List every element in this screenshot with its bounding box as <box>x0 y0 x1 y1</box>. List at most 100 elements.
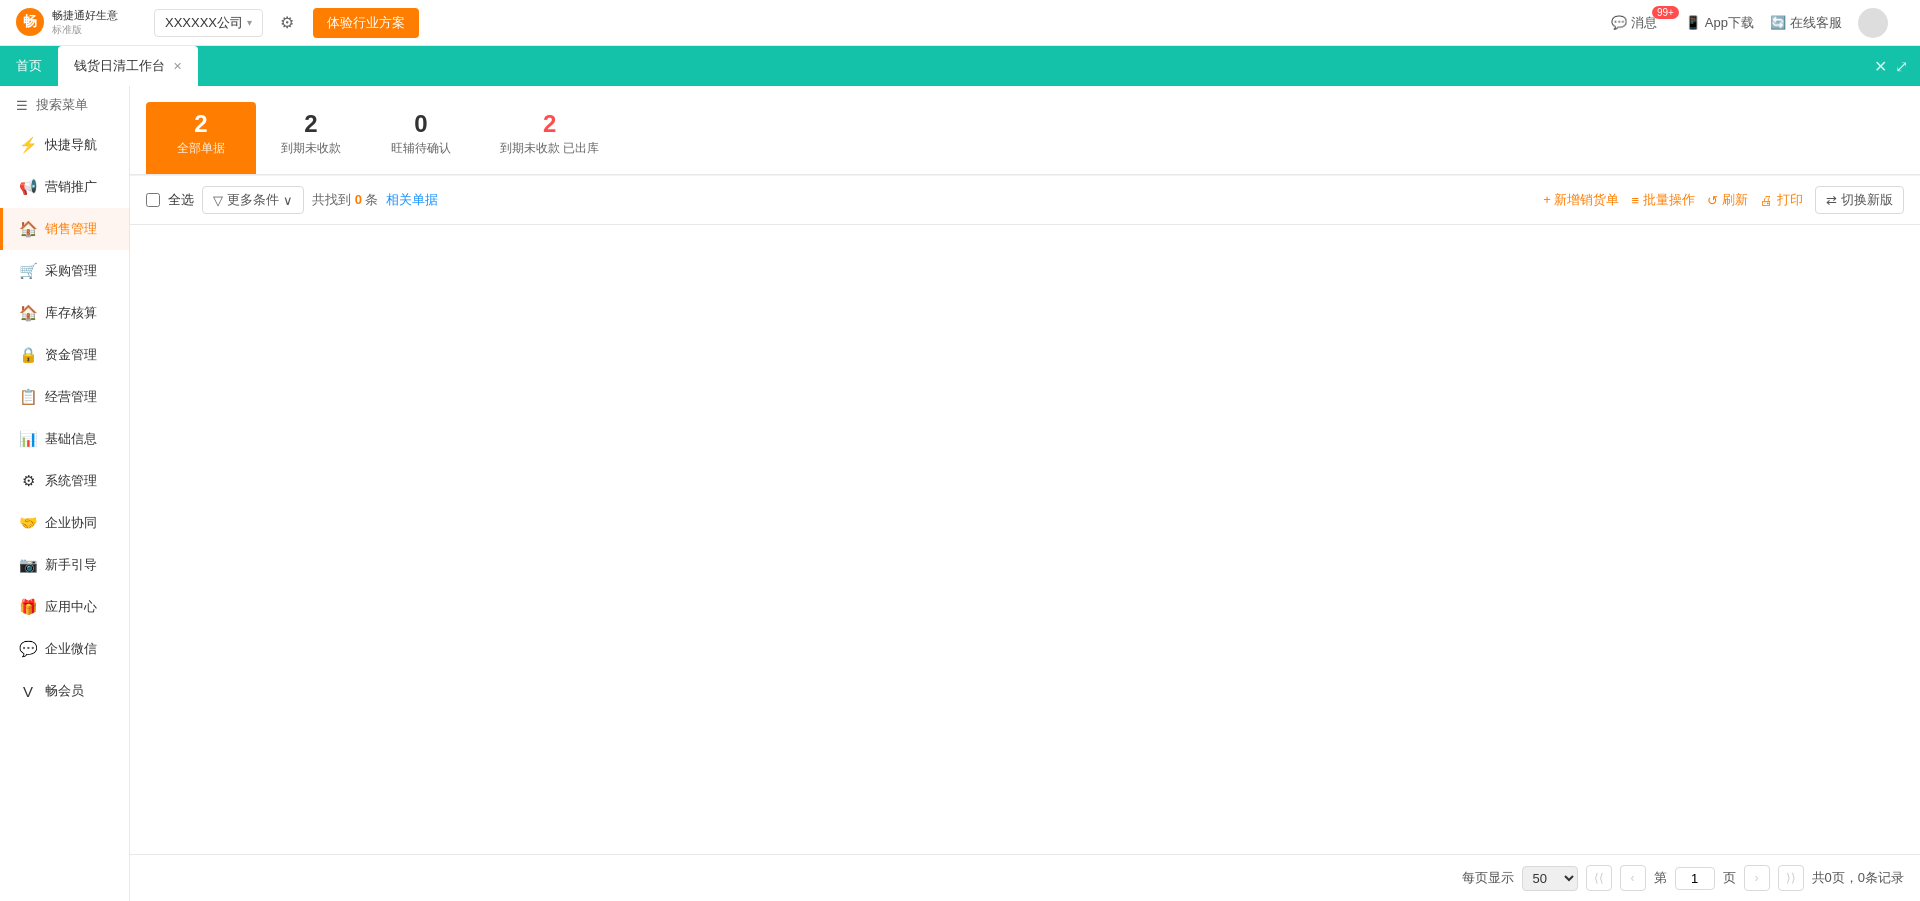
member-icon: V <box>19 683 37 700</box>
sidebar-item-basics[interactable]: 📊 基础信息 <box>0 418 129 460</box>
sidebar-item-newbie[interactable]: 📷 新手引导 <box>0 544 129 586</box>
print-button[interactable]: 🖨 打印 <box>1760 191 1803 209</box>
per-page-label: 每页显示 <box>1462 869 1514 887</box>
toolbar-right: + 新增销货单 ≡ 批量操作 ↺ 刷新 🖨 打印 ⇄ 切换新版 <box>1543 186 1904 214</box>
close-tab-icon[interactable]: ✕ <box>173 60 182 73</box>
tab-dashboard[interactable]: 钱货日清工作台 ✕ <box>58 46 198 86</box>
expand-window-icon[interactable]: ⤢ <box>1895 57 1908 76</box>
stat-shipped-label: 到期未收款 已出库 <box>500 140 599 157</box>
page-label: 第 <box>1654 869 1667 887</box>
app-download-label: App下载 <box>1705 14 1754 32</box>
last-page-button[interactable]: ⟩⟩ <box>1778 865 1804 891</box>
stat-tab-shipped[interactable]: 2 到期未收款 已出库 <box>476 102 623 174</box>
app-download-item[interactable]: 📱 App下载 <box>1685 14 1754 32</box>
stat-wangpu-num: 0 <box>390 110 452 138</box>
tab-home-label: 首页 <box>16 57 42 75</box>
sidebar-item-newbie-label: 新手引导 <box>45 556 97 574</box>
refresh-label: 刷新 <box>1722 191 1748 209</box>
online-service-item[interactable]: 🔄 在线客服 <box>1770 14 1842 32</box>
toolbar-left: 全选 ▽ 更多条件 ∨ 共找到 0 条 相关单据 <box>146 186 1535 214</box>
next-page-button[interactable]: › <box>1744 865 1770 891</box>
sidebar-item-quicknav[interactable]: ⚡ 快捷导航 <box>0 124 129 166</box>
switch-version-button[interactable]: ⇄ 切换新版 <box>1815 186 1904 214</box>
prev-page-button[interactable]: ‹ <box>1620 865 1646 891</box>
sidebar-item-purchase-label: 采购管理 <box>45 262 97 280</box>
total-records: 共0页，0条记录 <box>1812 869 1904 887</box>
sidebar-search-label: 搜索菜单 <box>36 96 88 114</box>
sidebar-item-sales-label: 销售管理 <box>45 220 97 238</box>
finance-icon: 🔒 <box>19 346 37 364</box>
sidebar-item-sales[interactable]: 🏠 销售管理 <box>0 208 129 250</box>
logo-icon: 畅 <box>16 8 44 36</box>
table-area <box>130 225 1920 854</box>
sidebar-item-basics-label: 基础信息 <box>45 430 97 448</box>
first-page-button[interactable]: ⟨⟨ <box>1586 865 1612 891</box>
tab-home[interactable]: 首页 <box>0 46 58 86</box>
stat-tab-all[interactable]: 2 全部单据 <box>146 102 256 174</box>
tab-controls: ✕ ⤢ <box>1874 57 1920 76</box>
switch-icon: ⇄ <box>1826 193 1837 208</box>
sidebar-item-wechat[interactable]: 💬 企业微信 <box>0 628 129 670</box>
purchase-icon: 🛒 <box>19 262 37 280</box>
inventory-icon: 🏠 <box>19 304 37 322</box>
batch-operation-button[interactable]: ≡ 批量操作 <box>1631 191 1695 209</box>
operations-icon: 📋 <box>19 388 37 406</box>
sidebar-item-system[interactable]: ⚙ 系统管理 <box>0 460 129 502</box>
stat-tab-wangpu[interactable]: 0 旺辅待确认 <box>366 102 476 174</box>
stat-tab-overdue[interactable]: 2 到期未收款 <box>256 102 366 174</box>
filter-button[interactable]: ▽ 更多条件 ∨ <box>202 186 304 214</box>
tab-dashboard-label: 钱货日清工作台 <box>74 57 165 75</box>
sidebar-item-collab-label: 企业协同 <box>45 514 97 532</box>
sidebar-item-member[interactable]: V 畅会员 <box>0 670 129 712</box>
top-header: 畅 畅捷通好生意 标准版 XXXXXX公司 ▾ ⚙ 体验行业方案 💬 消息 99… <box>0 0 1920 46</box>
sidebar-item-collab[interactable]: 🤝 企业协同 <box>0 502 129 544</box>
service-icon: 🔄 <box>1770 15 1786 30</box>
quicknav-icon: ⚡ <box>19 136 37 154</box>
per-page-select[interactable]: 50 100 200 <box>1522 866 1578 891</box>
logo-area: 畅 畅捷通好生意 标准版 <box>16 8 146 36</box>
company-selector[interactable]: XXXXXX公司 ▾ <box>154 9 263 37</box>
sidebar: ☰ 搜索菜单 ⚡ 快捷导航 📢 营销推广 🏠 销售管理 🛒 采购管理 🏠 库存核… <box>0 86 130 901</box>
page-suffix: 页 <box>1723 869 1736 887</box>
batch-label: 批量操作 <box>1643 191 1695 209</box>
close-window-icon[interactable]: ✕ <box>1874 57 1887 76</box>
print-icon: 🖨 <box>1760 193 1773 208</box>
chevron-down-icon: ▾ <box>247 17 252 28</box>
main-layout: ☰ 搜索菜单 ⚡ 快捷导航 📢 营销推广 🏠 销售管理 🛒 采购管理 🏠 库存核… <box>0 86 1920 901</box>
found-text: 共找到 0 条 <box>312 191 378 209</box>
marketing-icon: 📢 <box>19 178 37 196</box>
refresh-button[interactable]: ↺ 刷新 <box>1707 191 1748 209</box>
refresh-icon: ↺ <box>1707 193 1718 208</box>
filter-label: 更多条件 <box>227 191 279 209</box>
stats-tabs: 2 全部单据 2 到期未收款 0 旺辅待确认 2 到期未收款 已出库 <box>130 86 1920 175</box>
sidebar-item-finance[interactable]: 🔒 资金管理 <box>0 334 129 376</box>
sidebar-item-marketing[interactable]: 📢 营销推广 <box>0 166 129 208</box>
related-records-link[interactable]: 相关单据 <box>386 191 438 209</box>
avatar[interactable] <box>1858 8 1888 38</box>
switch-label: 切换新版 <box>1841 191 1893 209</box>
sidebar-item-inventory-label: 库存核算 <box>45 304 97 322</box>
stat-all-num: 2 <box>170 110 232 138</box>
settings-icon[interactable]: ⚙ <box>271 7 303 39</box>
sidebar-item-operations[interactable]: 📋 经营管理 <box>0 376 129 418</box>
sidebar-search[interactable]: ☰ 搜索菜单 <box>0 86 129 124</box>
sidebar-item-inventory[interactable]: 🏠 库存核算 <box>0 292 129 334</box>
apps-icon: 🎁 <box>19 598 37 616</box>
print-label: 打印 <box>1777 191 1803 209</box>
found-count: 0 <box>355 192 362 207</box>
sidebar-item-quicknav-label: 快捷导航 <box>45 136 97 154</box>
sidebar-item-apps[interactable]: 🎁 应用中心 <box>0 586 129 628</box>
newbie-icon: 📷 <box>19 556 37 574</box>
messages-item[interactable]: 💬 消息 99+ <box>1607 14 1669 32</box>
page-number-input[interactable] <box>1675 867 1715 890</box>
sidebar-item-member-label: 畅会员 <box>45 682 84 700</box>
sidebar-item-purchase[interactable]: 🛒 采购管理 <box>0 250 129 292</box>
add-sales-button[interactable]: + 新增销货单 <box>1543 191 1619 209</box>
search-icon: ☰ <box>16 98 28 113</box>
trial-button[interactable]: 体验行业方案 <box>313 8 419 38</box>
sidebar-item-apps-label: 应用中心 <box>45 598 97 616</box>
select-all-checkbox[interactable] <box>146 193 160 207</box>
found-unit: 条 <box>365 192 378 207</box>
logo-text-group: 畅捷通好生意 标准版 <box>52 8 118 36</box>
stat-overdue-num: 2 <box>280 110 342 138</box>
